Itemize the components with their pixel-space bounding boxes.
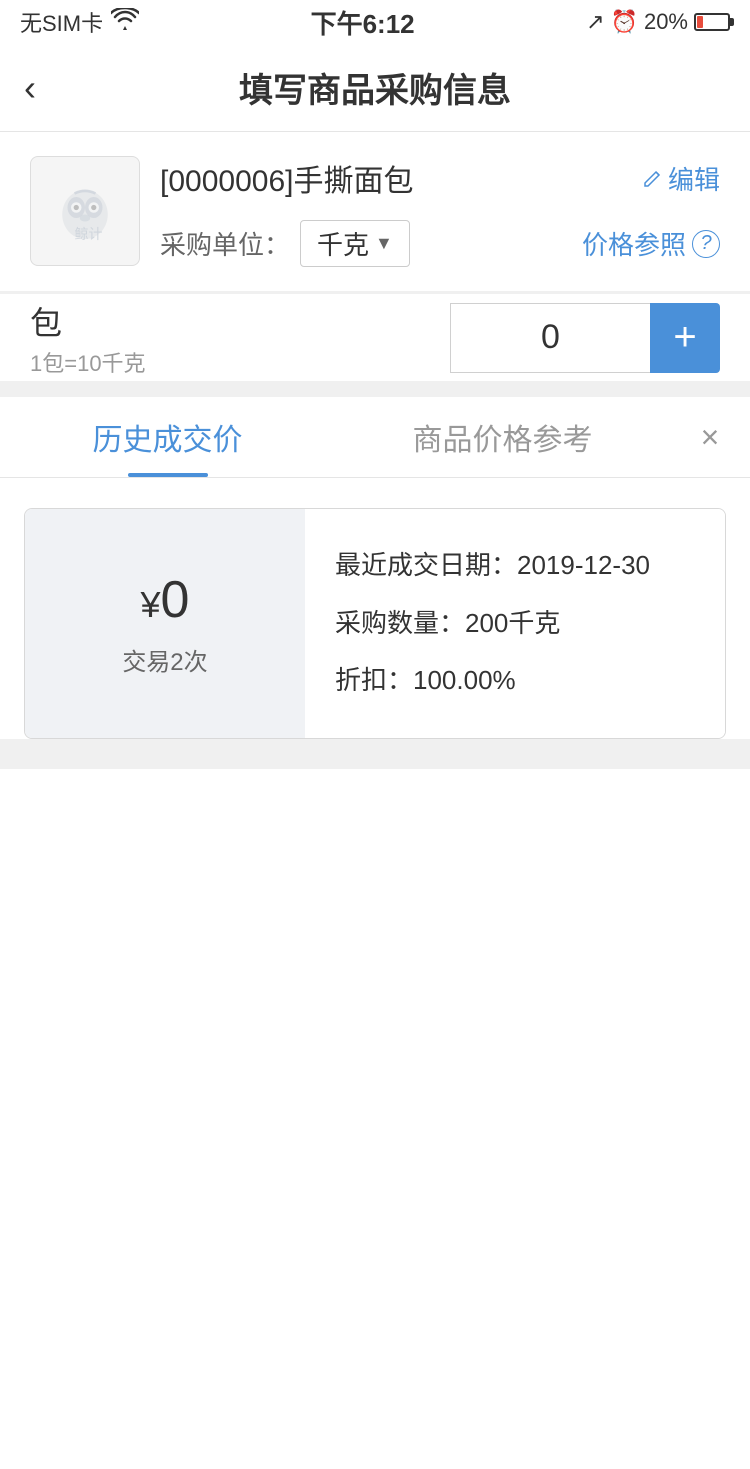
price-card: ¥0 交易2次 最近成交日期：2019-12-30 采购数量：200千克 折扣：… <box>24 508 726 739</box>
status-time: 下午6:12 <box>311 4 415 41</box>
tabs-header: 历史成交价 商品价格参考 × <box>0 397 750 478</box>
product-logo: 鲸计 <box>50 176 120 246</box>
unit-select[interactable]: 千克 ▼ <box>300 220 410 267</box>
price-recent-date: 最近成交日期：2019-12-30 <box>335 545 695 587</box>
edit-button[interactable]: 编辑 <box>642 160 720 197</box>
price-currency: ¥ <box>141 584 161 625</box>
page-title: 填写商品采购信息 <box>239 63 511 112</box>
price-discount: 折扣：100.00% <box>335 660 695 702</box>
quantity-label: 包 1包=10千克 <box>30 298 146 378</box>
tab-history-price[interactable]: 历史成交价 <box>0 397 335 477</box>
unit-label: 采购单位： <box>160 225 290 262</box>
battery-icon <box>694 13 730 31</box>
price-amount: ¥0 <box>141 570 190 630</box>
product-name: [0000006]手撕面包 <box>160 156 413 200</box>
product-image: 鲸计 <box>30 156 140 266</box>
battery-percent: 20% <box>644 9 688 35</box>
quantity-controls: 0 + <box>450 303 720 373</box>
location-icon: ↗ <box>586 9 604 35</box>
quantity-plus-button[interactable]: + <box>650 303 720 373</box>
price-card-right: 最近成交日期：2019-12-30 采购数量：200千克 折扣：100.00% <box>305 509 725 738</box>
chevron-down-icon: ▼ <box>375 233 393 254</box>
quantity-section: 包 1包=10千克 0 + <box>0 293 750 381</box>
carrier-text: 无SIM卡 <box>20 6 103 38</box>
tabs-section: 历史成交价 商品价格参考 × ¥0 交易2次 最近成交日期：2019-12-30… <box>0 397 750 739</box>
product-title-row: [0000006]手撕面包 编辑 <box>160 156 720 200</box>
price-ref-button[interactable]: 价格参照 ? <box>582 225 720 262</box>
quantity-input[interactable]: 0 <box>450 303 650 373</box>
tab-price-ref[interactable]: 商品价格参考 <box>335 397 670 477</box>
price-qty: 采购数量：200千克 <box>335 603 695 645</box>
info-icon: ? <box>692 230 720 258</box>
product-header: 鲸计 [0000006]手撕面包 编辑 采购单位： <box>30 156 720 267</box>
status-right: ↗ ⏰ 20% <box>586 9 730 35</box>
status-bar: 无SIM卡 下午6:12 ↗ ⏰ 20% <box>0 0 750 44</box>
product-section: 鲸计 [0000006]手撕面包 编辑 采购单位： <box>0 132 750 291</box>
price-trade-count: 交易2次 <box>122 642 207 677</box>
price-ref-label: 价格参照 <box>582 225 686 262</box>
qty-unit-text: 包 <box>30 298 146 344</box>
section-divider <box>0 381 750 397</box>
price-card-left: ¥0 交易2次 <box>25 509 305 738</box>
alarm-icon: ⏰ <box>611 9 638 35</box>
tabs-close-button[interactable]: × <box>670 397 750 477</box>
product-info: [0000006]手撕面包 编辑 采购单位： 千克 ▼ <box>160 156 720 267</box>
back-button[interactable]: ‹ <box>24 67 36 109</box>
nav-bar: ‹ 填写商品采购信息 <box>0 44 750 132</box>
qty-conversion-text: 1包=10千克 <box>30 346 146 378</box>
svg-text:鲸计: 鲸计 <box>75 226 103 242</box>
product-unit-row: 采购单位： 千克 ▼ 价格参照 ? <box>160 220 720 267</box>
wifi-icon <box>111 8 139 36</box>
status-left: 无SIM卡 <box>20 6 139 38</box>
edit-icon <box>642 167 664 189</box>
main-content <box>0 769 750 1469</box>
unit-value: 千克 <box>317 225 369 262</box>
